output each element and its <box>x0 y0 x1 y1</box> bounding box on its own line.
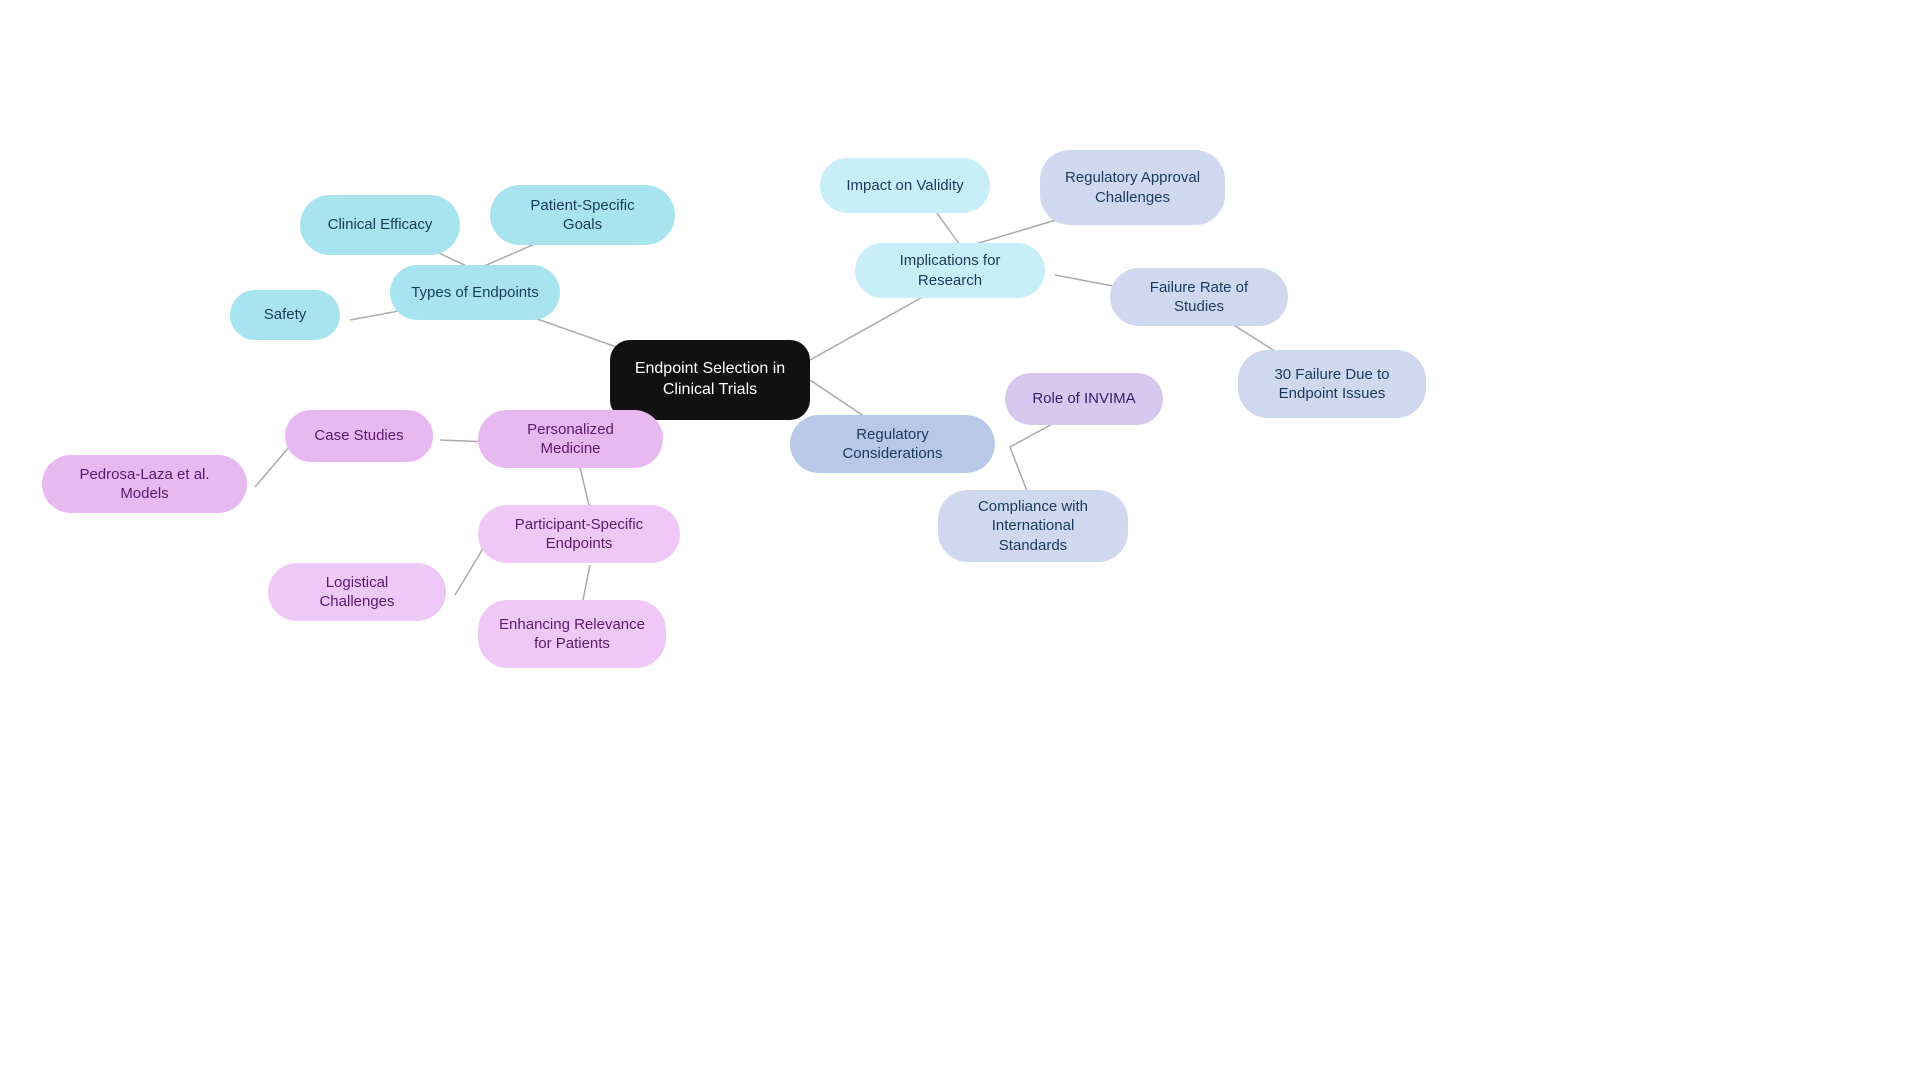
pedrosa-laza-node[interactable]: Pedrosa-Laza et al. Models <box>42 455 247 513</box>
logistical-challenges-node[interactable]: Logistical Challenges <box>268 563 446 621</box>
case-studies-node[interactable]: Case Studies <box>285 410 433 462</box>
center-node[interactable]: Endpoint Selection in Clinical Trials <box>610 340 810 420</box>
regulatory-approval-challenges-node[interactable]: Regulatory Approval Challenges <box>1040 150 1225 225</box>
impact-on-validity-node[interactable]: Impact on Validity <box>820 158 990 213</box>
enhancing-relevance-node[interactable]: Enhancing Relevance for Patients <box>478 600 666 668</box>
compliance-international-node[interactable]: Compliance with International Standards <box>938 490 1128 562</box>
types-of-endpoints-node[interactable]: Types of Endpoints <box>390 265 560 320</box>
failure-rate-of-studies-node[interactable]: Failure Rate of Studies <box>1110 268 1288 326</box>
participant-specific-node[interactable]: Participant-Specific Endpoints <box>478 505 680 563</box>
safety-node[interactable]: Safety <box>230 290 340 340</box>
failure-due-to-endpoint-node[interactable]: 30 Failure Due to Endpoint Issues <box>1238 350 1426 418</box>
mindmap-canvas: Endpoint Selection in Clinical Trials Ty… <box>0 0 1920 1083</box>
personalized-medicine-node[interactable]: Personalized Medicine <box>478 410 663 468</box>
implications-for-research-node[interactable]: Implications for Research <box>855 243 1045 298</box>
clinical-efficacy-node[interactable]: Clinical Efficacy <box>300 195 460 255</box>
role-of-invima-node[interactable]: Role of INVIMA <box>1005 373 1163 425</box>
regulatory-considerations-node[interactable]: Regulatory Considerations <box>790 415 995 473</box>
patient-specific-goals-node[interactable]: Patient-Specific Goals <box>490 185 675 245</box>
